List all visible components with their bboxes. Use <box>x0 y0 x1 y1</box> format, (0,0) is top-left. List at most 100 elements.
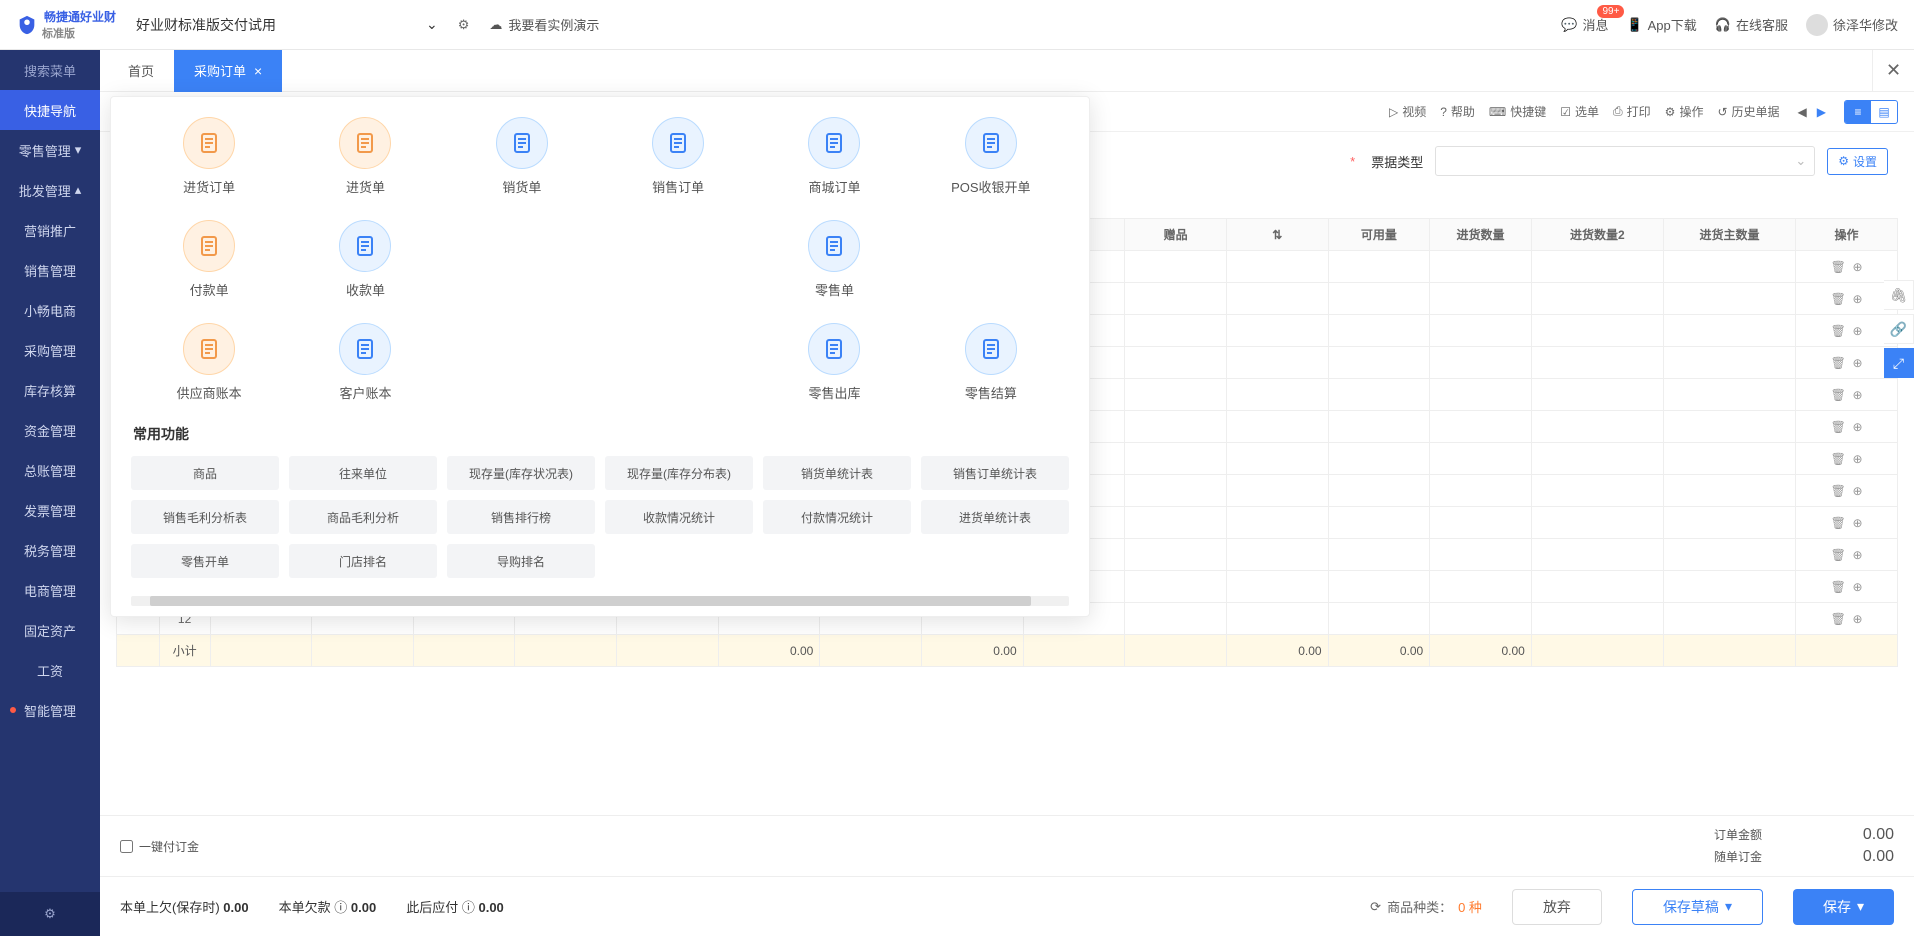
sidebar-item-ecom[interactable]: 小畅电商 <box>0 290 100 330</box>
flow-node[interactable]: 供应商账本 <box>131 323 287 402</box>
toolbar-operate[interactable]: ⚙操作 <box>1665 103 1704 120</box>
sidebar-item-sales[interactable]: 销售管理 <box>0 250 100 290</box>
billtype-select[interactable]: ⌄ <box>1435 146 1815 176</box>
row-add-icon[interactable]: ⊕ <box>1852 612 1862 626</box>
row-delete-icon[interactable]: 🗑 <box>1831 260 1846 274</box>
row-add-icon[interactable]: ⊕ <box>1852 388 1862 402</box>
toolbar-print[interactable]: ⎙打印 <box>1613 103 1651 120</box>
common-function-button[interactable]: 商品毛利分析 <box>289 500 437 534</box>
row-delete-icon[interactable]: 🗑 <box>1831 484 1846 498</box>
settings-button[interactable]: ⚙设置 <box>1827 148 1888 175</box>
ribbon-link-icon[interactable]: 🔗 <box>1884 314 1914 344</box>
popup-hscrollbar[interactable] <box>131 596 1069 606</box>
common-function-button[interactable]: 现存量(库存状况表) <box>447 456 595 490</box>
common-function-button[interactable]: 导购排名 <box>447 544 595 578</box>
toolbar-video[interactable]: ▷视频 <box>1389 103 1426 120</box>
tab-home[interactable]: 首页 <box>108 50 174 92</box>
onekey-deposit-check[interactable]: 一键付订金 <box>120 838 199 855</box>
row-delete-icon[interactable]: 🗑 <box>1831 612 1846 626</box>
gear-icon[interactable]: ⚙ <box>458 17 470 33</box>
sidebar-item-tax[interactable]: 税务管理 <box>0 530 100 570</box>
row-add-icon[interactable]: ⊕ <box>1852 548 1862 562</box>
toolbar-select[interactable]: ☑选单 <box>1560 103 1599 120</box>
sidebar-item-invoice[interactable]: 发票管理 <box>0 490 100 530</box>
row-add-icon[interactable]: ⊕ <box>1852 356 1862 370</box>
refresh-icon[interactable]: ⟳ <box>1370 899 1381 915</box>
flow-node[interactable]: 零售结算 <box>913 323 1069 402</box>
sidebar-item-wholesale[interactable]: 批发管理▴ <box>0 170 100 210</box>
flow-node[interactable]: 销售订单 <box>600 117 756 196</box>
flow-node[interactable]: POS收银开单 <box>913 117 1069 196</box>
common-function-button[interactable]: 销售排行榜 <box>447 500 595 534</box>
common-function-button[interactable]: 零售开单 <box>131 544 279 578</box>
sidebar-item-intelligent[interactable]: 智能管理 <box>0 690 100 730</box>
save-draft-button[interactable]: 保存草稿▾ <box>1632 889 1763 925</box>
view-card-icon[interactable]: ▤ <box>1871 101 1897 123</box>
common-function-button[interactable]: 现存量(库存分布表) <box>605 456 753 490</box>
row-delete-icon[interactable]: 🗑 <box>1831 292 1846 306</box>
row-delete-icon[interactable]: 🗑 <box>1831 548 1846 562</box>
common-function-button[interactable]: 销售毛利分析表 <box>131 500 279 534</box>
flow-node[interactable]: 零售单 <box>756 220 912 299</box>
view-list-icon[interactable]: ≡ <box>1845 101 1871 123</box>
flow-node[interactable]: 付款单 <box>131 220 287 299</box>
row-add-icon[interactable]: ⊕ <box>1852 260 1862 274</box>
flow-node[interactable]: 收款单 <box>287 220 443 299</box>
close-icon[interactable]: × <box>254 63 262 79</box>
ribbon-bookmark-icon[interactable]: 🖇 <box>1884 280 1914 310</box>
sidebar-item-ecommgmt[interactable]: 电商管理 <box>0 570 100 610</box>
common-function-button[interactable]: 门店排名 <box>289 544 437 578</box>
row-add-icon[interactable]: ⊕ <box>1852 324 1862 338</box>
flow-node[interactable]: 销货单 <box>444 117 600 196</box>
sidebar-item-quicknav[interactable]: 快捷导航 <box>0 90 100 130</box>
app-download-button[interactable]: 📱 App下载 <box>1626 15 1696 34</box>
flow-node[interactable]: 客户账本 <box>287 323 443 402</box>
row-delete-icon[interactable]: 🗑 <box>1831 324 1846 338</box>
discard-button[interactable]: 放弃 <box>1512 889 1602 925</box>
tab-purchase-order[interactable]: 采购订单 × <box>174 50 282 92</box>
common-function-button[interactable]: 商品 <box>131 456 279 490</box>
sidebar-item-salary[interactable]: 工资 <box>0 650 100 690</box>
save-button[interactable]: 保存▾ <box>1793 889 1894 925</box>
toolbar-history[interactable]: ↺历史单据 <box>1717 103 1779 120</box>
row-delete-icon[interactable]: 🗑 <box>1831 388 1846 402</box>
common-function-button[interactable]: 销售订单统计表 <box>921 456 1069 490</box>
row-delete-icon[interactable]: 🗑 <box>1831 356 1846 370</box>
common-function-button[interactable]: 收款情况统计 <box>605 500 753 534</box>
flow-node[interactable]: 进货订单 <box>131 117 287 196</box>
flow-node[interactable]: 零售出库 <box>756 323 912 402</box>
messages-button[interactable]: 💬 消息 99+ <box>1561 15 1608 34</box>
row-add-icon[interactable]: ⊕ <box>1852 452 1862 466</box>
row-delete-icon[interactable]: 🗑 <box>1831 580 1846 594</box>
row-add-icon[interactable]: ⊕ <box>1852 580 1862 594</box>
toolbar-shortcut[interactable]: ⌨快捷键 <box>1489 103 1546 120</box>
sidebar-item-retail[interactable]: 零售管理▾ <box>0 130 100 170</box>
row-add-icon[interactable]: ⊕ <box>1852 292 1862 306</box>
sidebar-search[interactable]: 搜索菜单 <box>0 50 100 90</box>
row-delete-icon[interactable]: 🗑 <box>1831 452 1846 466</box>
page-next[interactable]: ▶ <box>1813 103 1830 121</box>
common-function-button[interactable]: 进货单统计表 <box>921 500 1069 534</box>
tabs-close-all[interactable]: ✕ <box>1872 50 1914 92</box>
help-icon[interactable]: ⓘ <box>462 900 475 915</box>
support-button[interactable]: 🎧 在线客服 <box>1715 15 1788 34</box>
sidebar-item-ledger[interactable]: 总账管理 <box>0 450 100 490</box>
sidebar-item-purchase[interactable]: 采购管理 <box>0 330 100 370</box>
common-function-button[interactable]: 付款情况统计 <box>763 500 911 534</box>
common-function-button[interactable]: 往来单位 <box>289 456 437 490</box>
sidebar-settings-icon[interactable]: ⚙ <box>0 892 100 936</box>
common-function-button[interactable]: 销货单统计表 <box>763 456 911 490</box>
row-delete-icon[interactable]: 🗑 <box>1831 420 1846 434</box>
row-add-icon[interactable]: ⊕ <box>1852 516 1862 530</box>
ribbon-expand-icon[interactable]: ⤢ <box>1884 348 1914 378</box>
row-add-icon[interactable]: ⊕ <box>1852 420 1862 434</box>
package-selector[interactable]: 好业财标准版交付试用 ⌄ <box>136 15 438 35</box>
flow-node[interactable]: 进货单 <box>287 117 443 196</box>
sidebar-item-inventory[interactable]: 库存核算 <box>0 370 100 410</box>
page-prev[interactable]: ◀ <box>1794 103 1811 121</box>
sidebar-item-funds[interactable]: 资金管理 <box>0 410 100 450</box>
flow-node[interactable]: 商城订单 <box>756 117 912 196</box>
demo-link[interactable]: ☁ 我要看实例演示 <box>489 15 599 34</box>
help-icon[interactable]: ⓘ <box>334 900 347 915</box>
sidebar-item-marketing[interactable]: 营销推广 <box>0 210 100 250</box>
